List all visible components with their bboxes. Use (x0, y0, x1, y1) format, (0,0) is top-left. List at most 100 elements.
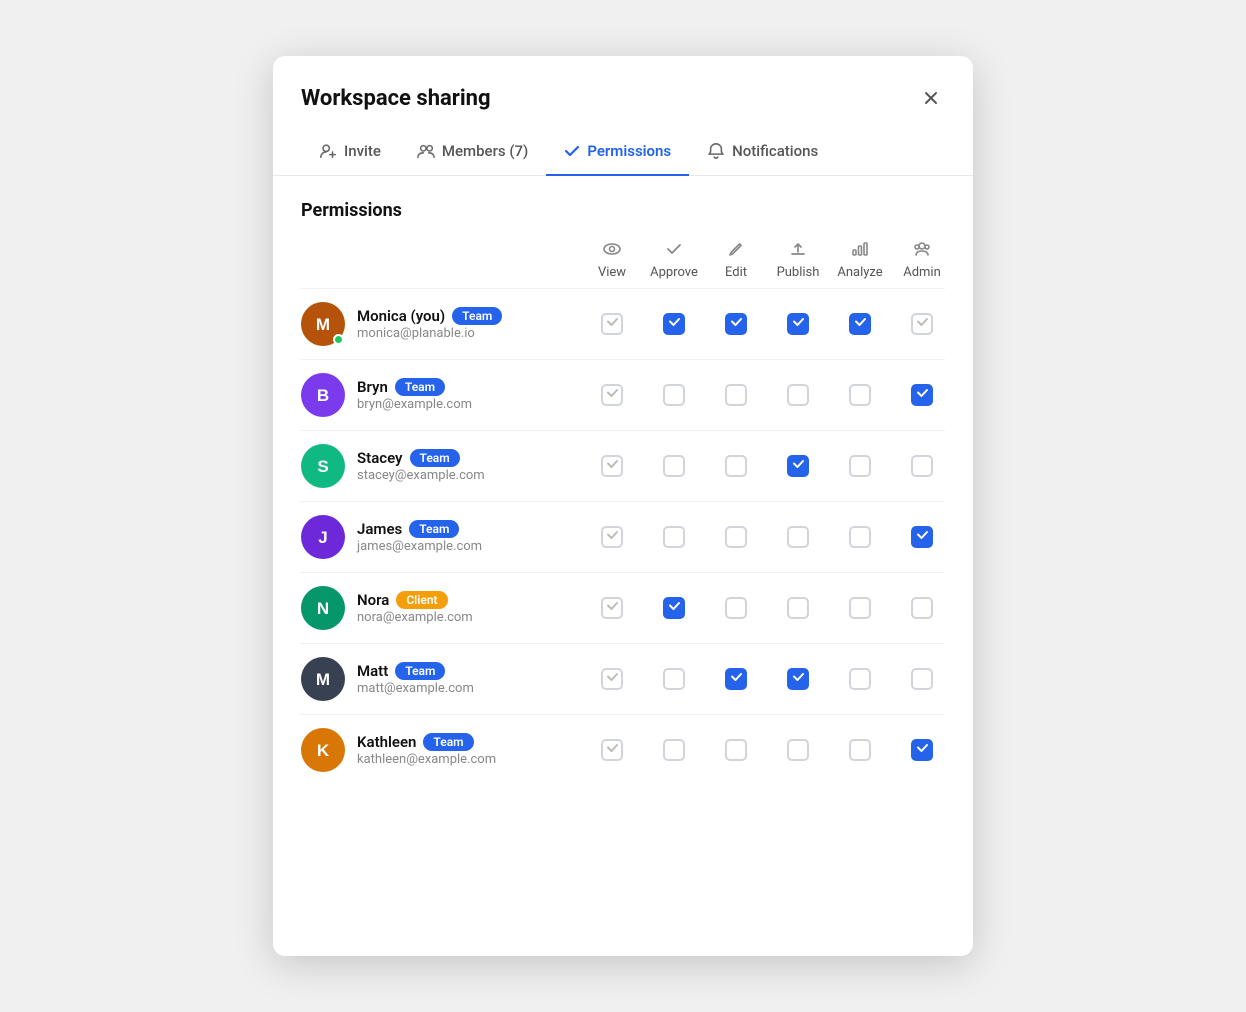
tab-notifications[interactable]: Notifications (689, 130, 836, 176)
checkbox-bryn-admin[interactable] (911, 384, 933, 406)
checkbox-nora-view[interactable] (601, 597, 623, 619)
perm-cell-edit (705, 526, 767, 548)
perm-cells-bryn (581, 384, 953, 406)
checkbox-bryn-view[interactable] (601, 384, 623, 406)
user-email: kathleen@example.com (357, 752, 496, 767)
user-info-bryn: B Bryn Team bryn@example.com (301, 373, 581, 417)
perm-cell-publish (767, 739, 829, 761)
checkbox-bryn-approve[interactable] (663, 384, 685, 406)
user-badge: Team (395, 662, 445, 680)
check-icon (606, 670, 619, 687)
perm-cell-view (581, 384, 643, 406)
perm-cells-matt (581, 668, 953, 690)
checkbox-monica-edit[interactable] (725, 313, 747, 335)
checkbox-kathleen-approve[interactable] (663, 739, 685, 761)
checkbox-matt-view[interactable] (601, 668, 623, 690)
perm-cell-analyze (829, 739, 891, 761)
invite-icon (319, 142, 337, 160)
user-text-monica: Monica (you) Team monica@planable.io (357, 307, 502, 341)
checkbox-kathleen-edit[interactable] (725, 739, 747, 761)
user-row-bryn: B Bryn Team bryn@example.com (301, 359, 945, 430)
check-icon (792, 457, 805, 474)
perm-cell-publish (767, 597, 829, 619)
checkbox-nora-approve[interactable] (663, 597, 685, 619)
perm-cell-analyze (829, 455, 891, 477)
tab-invite[interactable]: Invite (301, 130, 399, 176)
checkbox-nora-publish[interactable] (787, 597, 809, 619)
checkbox-monica-approve[interactable] (663, 313, 685, 335)
checkbox-kathleen-publish[interactable] (787, 739, 809, 761)
perm-cell-approve (643, 384, 705, 406)
perm-cell-approve (643, 597, 705, 619)
user-name-row: Nora Client (357, 591, 473, 609)
checkbox-matt-publish[interactable] (787, 668, 809, 690)
checkbox-monica-publish[interactable] (787, 313, 809, 335)
checkbox-bryn-publish[interactable] (787, 384, 809, 406)
perm-cell-view (581, 313, 643, 335)
checkbox-matt-analyze[interactable] (849, 668, 871, 690)
perm-cell-publish (767, 455, 829, 477)
checkbox-monica-admin[interactable] (911, 313, 933, 335)
checkbox-monica-analyze[interactable] (849, 313, 871, 335)
checkbox-matt-edit[interactable] (725, 668, 747, 690)
check-icon (916, 386, 929, 403)
col-analyze: Analyze (829, 239, 891, 280)
bell-icon (707, 142, 725, 160)
perm-cells-stacey (581, 455, 953, 477)
checkbox-matt-admin[interactable] (911, 668, 933, 690)
check-icon (916, 315, 929, 332)
checkbox-james-publish[interactable] (787, 526, 809, 548)
checkbox-nora-analyze[interactable] (849, 597, 871, 619)
checkbox-james-edit[interactable] (725, 526, 747, 548)
close-button[interactable] (917, 84, 945, 112)
svg-text:K: K (317, 741, 330, 760)
avatar-matt: M (301, 657, 345, 701)
checkbox-stacey-publish[interactable] (787, 455, 809, 477)
perm-cells-kathleen (581, 739, 953, 761)
permissions-content: Permissions View (273, 176, 973, 805)
checkbox-nora-edit[interactable] (725, 597, 747, 619)
perm-cell-edit (705, 384, 767, 406)
checkbox-kathleen-analyze[interactable] (849, 739, 871, 761)
check-icon (916, 741, 929, 758)
tab-permissions[interactable]: Permissions (546, 130, 689, 176)
perm-cell-analyze (829, 668, 891, 690)
online-indicator (333, 334, 344, 345)
check-icon (606, 528, 619, 545)
check-icon (606, 315, 619, 332)
modal-title: Workspace sharing (301, 86, 491, 111)
svg-text:S: S (317, 457, 328, 476)
perm-cell-approve (643, 668, 705, 690)
perm-cell-admin (891, 526, 953, 548)
col-approve: Approve (643, 239, 705, 280)
checkbox-kathleen-admin[interactable] (911, 739, 933, 761)
tab-members-label: Members (7) (442, 142, 528, 160)
checkbox-stacey-edit[interactable] (725, 455, 747, 477)
permissions-section-title: Permissions (301, 200, 945, 221)
check-icon (606, 741, 619, 758)
check-icon (916, 528, 929, 545)
user-info-james: J James Team james@example.com (301, 515, 581, 559)
checkbox-stacey-analyze[interactable] (849, 455, 871, 477)
checkbox-stacey-view[interactable] (601, 455, 623, 477)
checkbox-james-view[interactable] (601, 526, 623, 548)
checkbox-monica-view[interactable] (601, 313, 623, 335)
perm-cell-edit (705, 455, 767, 477)
user-text-kathleen: Kathleen Team kathleen@example.com (357, 733, 496, 767)
checkbox-nora-admin[interactable] (911, 597, 933, 619)
col-edit: Edit (705, 239, 767, 280)
checkbox-james-approve[interactable] (663, 526, 685, 548)
tab-members[interactable]: Members (7) (399, 130, 546, 176)
checkbox-stacey-approve[interactable] (663, 455, 685, 477)
perm-cell-analyze (829, 384, 891, 406)
checkbox-james-analyze[interactable] (849, 526, 871, 548)
checkbox-matt-approve[interactable] (663, 668, 685, 690)
check-icon (668, 599, 681, 616)
check-icon (730, 315, 743, 332)
checkbox-kathleen-view[interactable] (601, 739, 623, 761)
checkbox-stacey-admin[interactable] (911, 455, 933, 477)
checkbox-bryn-analyze[interactable] (849, 384, 871, 406)
perm-cell-edit (705, 313, 767, 335)
checkbox-bryn-edit[interactable] (725, 384, 747, 406)
checkbox-james-admin[interactable] (911, 526, 933, 548)
